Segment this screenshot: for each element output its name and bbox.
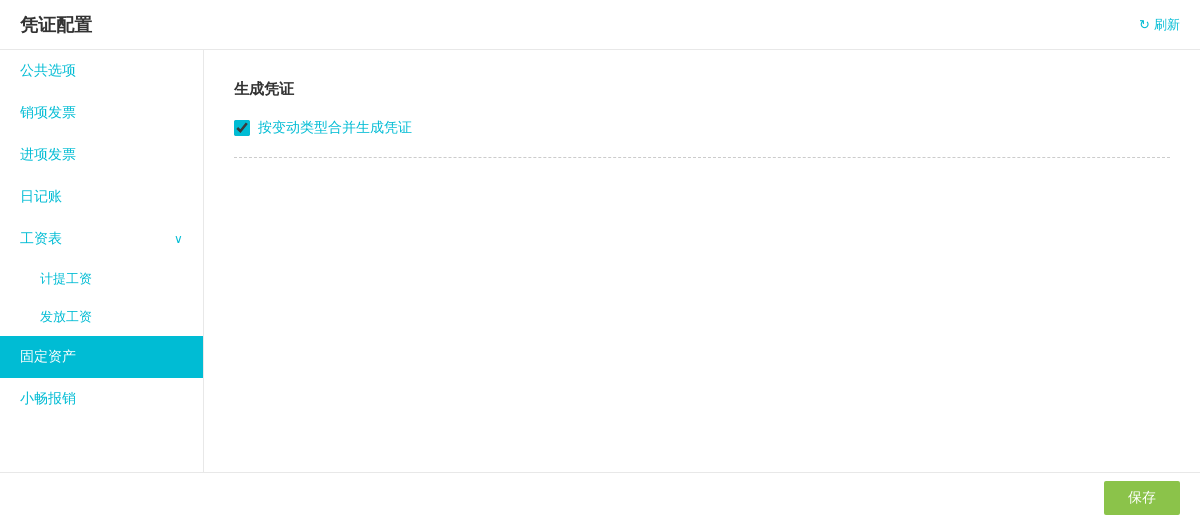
sidebar-item-label: 公共选项 xyxy=(20,62,76,80)
main-panel: 生成凭证 按变动类型合并生成凭证 xyxy=(204,50,1200,472)
sidebar-item-payroll-accrual[interactable]: 计提工资 xyxy=(0,260,203,298)
sidebar-item-sales-invoice[interactable]: 销项发票 xyxy=(0,92,203,134)
sidebar-item-payroll-distribute[interactable]: 发放工资 xyxy=(0,298,203,336)
sidebar-item-journal[interactable]: 日记账 xyxy=(0,176,203,218)
sidebar-item-label: 销项发票 xyxy=(20,104,76,122)
sidebar-item-label: 计提工资 xyxy=(40,271,92,286)
refresh-icon: ↻ xyxy=(1139,17,1150,32)
refresh-button[interactable]: ↻ 刷新 xyxy=(1139,16,1180,34)
checkbox-row: 按变动类型合并生成凭证 xyxy=(234,119,1170,137)
sidebar-item-label: 日记账 xyxy=(20,188,62,206)
sidebar-item-payroll[interactable]: 工资表 ∨ xyxy=(0,218,203,260)
sidebar-item-expense[interactable]: 小畅报销 xyxy=(0,378,203,420)
merge-by-type-label[interactable]: 按变动类型合并生成凭证 xyxy=(258,119,412,137)
sidebar-item-public[interactable]: 公共选项 xyxy=(0,50,203,92)
sidebar: 公共选项 销项发票 进项发票 日记账 工资表 ∨ 计提工资 发放工资 xyxy=(0,50,204,472)
save-button[interactable]: 保存 xyxy=(1104,481,1180,515)
page-title: 凭证配置 xyxy=(20,13,92,37)
sidebar-item-label: 工资表 xyxy=(20,230,62,248)
section-title: 生成凭证 xyxy=(234,80,1170,99)
sidebar-item-label: 发放工资 xyxy=(40,309,92,324)
content-area: 公共选项 销项发票 进项发票 日记账 工资表 ∨ 计提工资 发放工资 xyxy=(0,50,1200,472)
page-header: 凭证配置 ↻ 刷新 xyxy=(0,0,1200,50)
sidebar-item-label: 小畅报销 xyxy=(20,390,76,408)
chevron-down-icon: ∨ xyxy=(174,232,183,246)
refresh-label: 刷新 xyxy=(1154,16,1180,34)
sidebar-item-purchase-invoice[interactable]: 进项发票 xyxy=(0,134,203,176)
merge-by-type-checkbox[interactable] xyxy=(234,120,250,136)
sidebar-item-label: 固定资产 xyxy=(20,348,76,366)
page-footer: 保存 xyxy=(0,472,1200,522)
section-divider xyxy=(234,157,1170,158)
sidebar-item-label: 进项发票 xyxy=(20,146,76,164)
sidebar-item-fixed-assets[interactable]: 固定资产 xyxy=(0,336,203,378)
page-wrapper: 凭证配置 ↻ 刷新 公共选项 销项发票 进项发票 日记账 工资表 ∨ xyxy=(0,0,1200,522)
